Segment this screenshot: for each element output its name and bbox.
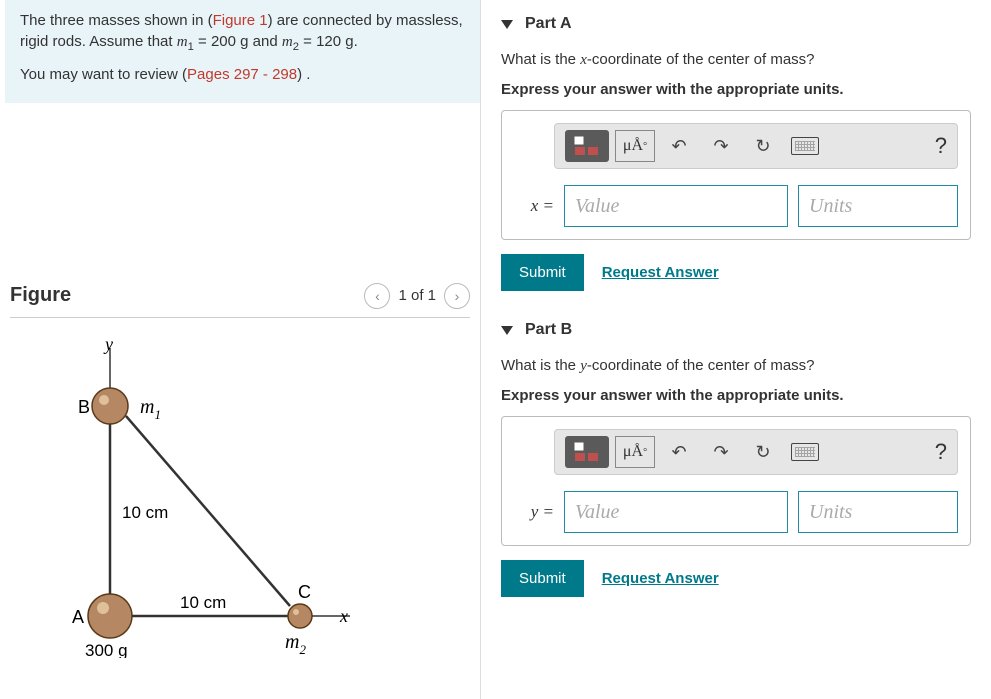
text: = 120 g. [299,33,358,50]
collapse-icon[interactable] [501,20,513,29]
part-b-value-input[interactable]: Value [564,491,788,533]
units-tool-button[interactable]: μÅ° [615,130,655,162]
review-text: You may want to review (Pages 297 - 298)… [20,64,465,85]
part-a-toolbar: μÅ° ↶ ↷ ↻ ? [554,123,958,169]
label-B: B [78,397,90,417]
var-m2: m [282,34,293,50]
problem-statement: The three masses shown in (Figure 1) are… [5,0,480,103]
axis-y-label: y [103,338,113,354]
part-a-answer-box: μÅ° ↶ ↷ ↻ ? x = Value Units [501,110,971,240]
text: You may want to review ( [20,66,187,83]
next-figure-button[interactable]: › [444,283,470,309]
figure-pager: ‹ 1 of 1 › [364,283,470,309]
figure-title: Figure [10,284,71,307]
pages-link[interactable]: Pages 297 - 298 [187,66,297,83]
text: = 200 g and [194,33,282,50]
label-A: A [72,607,84,627]
part-a-request-answer-link[interactable]: Request Answer [602,264,719,281]
help-button[interactable]: ? [935,439,947,465]
template-tool-button[interactable] [565,436,609,468]
redo-button[interactable]: ↷ [703,131,739,161]
label-hlen: 10 cm [180,593,226,612]
part-b-answer-box: μÅ° ↶ ↷ ↻ ? y = Value Units [501,416,971,546]
undo-button[interactable]: ↶ [661,437,697,467]
label-m1: m [140,396,154,418]
part-b-instruction: Express your answer with the appropriate… [501,387,971,404]
redo-button[interactable]: ↷ [703,437,739,467]
var-m1: m [177,34,188,50]
figure-link[interactable]: Figure 1 [213,12,268,29]
collapse-icon[interactable] [501,326,513,335]
part-a-value-input[interactable]: Value [564,185,788,227]
part-a-units-input[interactable]: Units [798,185,958,227]
text: ) . [297,66,310,83]
part-a-var-label: x = [514,196,554,216]
reset-button[interactable]: ↻ [745,131,781,161]
svg-text:m2: m2 [285,631,306,657]
pager-text: 1 of 1 [398,287,436,304]
undo-button[interactable]: ↶ [661,131,697,161]
text: The three masses shown in ( [20,12,213,29]
right-column: Part A What is the x-coordinate of the c… [480,0,991,699]
left-column: The three masses shown in (Figure 1) are… [0,0,480,699]
template-tool-button[interactable] [565,130,609,162]
part-a-instruction: Express your answer with the appropriate… [501,81,971,98]
label-C: C [298,582,311,602]
svg-text:m1: m1 [140,396,161,422]
reset-button[interactable]: ↻ [745,437,781,467]
problem-text: The three masses shown in (Figure 1) are… [20,10,465,56]
units-tool-button[interactable]: μÅ° [615,436,655,468]
keyboard-button[interactable] [787,131,823,161]
part-a-question: What is the x-coordinate of the center o… [501,51,971,69]
figure-diagram: y B m1 10 cm A 300 g [10,338,470,662]
prev-figure-button[interactable]: ‹ [364,283,390,309]
part-b-units-input[interactable]: Units [798,491,958,533]
label-vlen: 10 cm [122,503,168,522]
figure-section: Figure ‹ 1 of 1 › y B m1 [0,283,480,662]
part-a-submit-button[interactable]: Submit [501,254,584,291]
label-massA: 300 g [85,641,128,658]
part-b-request-answer-link[interactable]: Request Answer [602,570,719,587]
part-a: Part A What is the x-coordinate of the c… [491,15,981,291]
axis-x-label: x [339,606,348,626]
part-b-title: Part B [525,321,572,339]
part-b-toolbar: μÅ° ↶ ↷ ↻ ? [554,429,958,475]
keyboard-button[interactable] [787,437,823,467]
help-button[interactable]: ? [935,133,947,159]
part-b-var-label: y = [514,502,554,522]
part-a-title: Part A [525,15,572,33]
part-b-question: What is the y-coordinate of the center o… [501,357,971,375]
part-b-submit-button[interactable]: Submit [501,560,584,597]
part-b: Part B What is the y-coordinate of the c… [491,321,981,597]
label-m2: m [285,631,299,653]
